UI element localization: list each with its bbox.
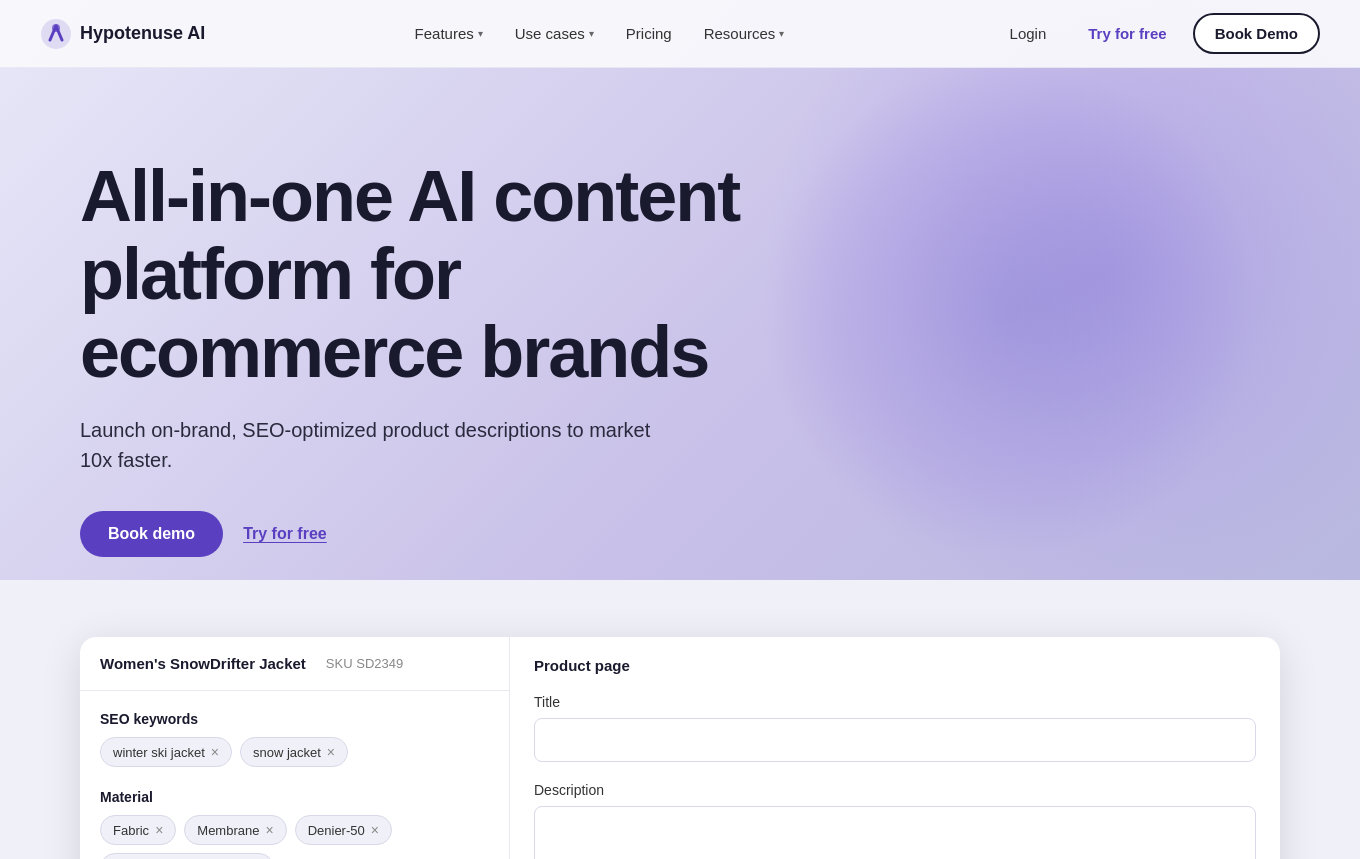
svg-point-1: [52, 24, 60, 32]
nav-pricing[interactable]: Pricing: [612, 17, 686, 50]
nav-links: Features ▾ Use cases ▾ Pricing Resources…: [401, 17, 799, 50]
chevron-down-icon: ▾: [589, 28, 594, 39]
product-panel-right: Product page Title Description: [510, 637, 1280, 859]
nav-features[interactable]: Features ▾: [401, 17, 497, 50]
navbar: Hypotenuse AI Features ▾ Use cases ▾ Pri…: [0, 0, 1360, 68]
seo-keywords-label: SEO keywords: [100, 711, 489, 727]
tag-membrane: Membrane ×: [184, 815, 286, 845]
hero-section: All-in-one AI content platform for ecomm…: [0, 68, 1360, 617]
book-demo-hero-button[interactable]: Book demo: [80, 511, 223, 557]
tag-winter-ski-jacket: winter ski jacket ×: [100, 737, 232, 767]
material-tags-row: Fabric × Membrane × Denier-50 × Recycled…: [100, 815, 489, 859]
seo-tags-row: winter ski jacket × snow jacket ×: [100, 737, 489, 767]
try-for-free-button[interactable]: Try for free: [1070, 17, 1184, 50]
hero-subtitle: Launch on-brand, SEO-optimized product d…: [80, 415, 680, 475]
tag-snow-jacket: snow jacket ×: [240, 737, 348, 767]
material-label: Material: [100, 789, 489, 805]
nav-use-cases[interactable]: Use cases ▾: [501, 17, 608, 50]
hero-title: All-in-one AI content platform for ecomm…: [80, 158, 880, 391]
product-name: Women's SnowDrifter Jacket: [100, 655, 306, 672]
nav-resources[interactable]: Resources ▾: [690, 17, 799, 50]
material-section: Material Fabric × Membrane × Denier-50 ×: [100, 789, 489, 859]
tag-fabric: Fabric ×: [100, 815, 176, 845]
title-field-group: Title: [534, 694, 1256, 762]
product-sku: SKU SD2349: [326, 656, 403, 671]
try-for-free-hero-button[interactable]: Try for free: [243, 525, 327, 543]
brand-name: Hypotenuse AI: [80, 23, 205, 44]
hero-cta: Book demo Try for free: [80, 511, 1280, 557]
logo-icon: [40, 18, 72, 50]
chevron-down-icon: ▾: [478, 28, 483, 39]
svg-point-0: [41, 19, 71, 49]
description-textarea[interactable]: [534, 806, 1256, 859]
remove-tag-icon[interactable]: ×: [211, 744, 219, 760]
product-panel-left: Women's SnowDrifter Jacket SKU SD2349 SE…: [80, 637, 510, 859]
description-field-group: Description: [534, 782, 1256, 859]
panel-body: SEO keywords winter ski jacket × snow ja…: [80, 691, 509, 859]
login-button[interactable]: Login: [994, 17, 1063, 50]
remove-tag-icon[interactable]: ×: [327, 744, 335, 760]
seo-keywords-section: SEO keywords winter ski jacket × snow ja…: [100, 711, 489, 767]
chevron-down-icon: ▾: [779, 28, 784, 39]
title-input[interactable]: [534, 718, 1256, 762]
tag-recycled-polyester: Recycled polyester knit ×: [100, 853, 274, 859]
book-demo-nav-button[interactable]: Book Demo: [1193, 13, 1320, 54]
remove-tag-icon[interactable]: ×: [371, 822, 379, 838]
remove-tag-icon[interactable]: ×: [265, 822, 273, 838]
tag-denier50: Denier-50 ×: [295, 815, 392, 845]
remove-tag-icon[interactable]: ×: [155, 822, 163, 838]
title-field-label: Title: [534, 694, 1256, 710]
logo-link[interactable]: Hypotenuse AI: [40, 18, 205, 50]
panel-header: Women's SnowDrifter Jacket SKU SD2349: [80, 637, 509, 691]
nav-actions: Login Try for free Book Demo: [994, 13, 1320, 54]
product-page-label: Product page: [534, 657, 1256, 674]
product-ui-card: Women's SnowDrifter Jacket SKU SD2349 SE…: [80, 637, 1280, 859]
description-field-label: Description: [534, 782, 1256, 798]
